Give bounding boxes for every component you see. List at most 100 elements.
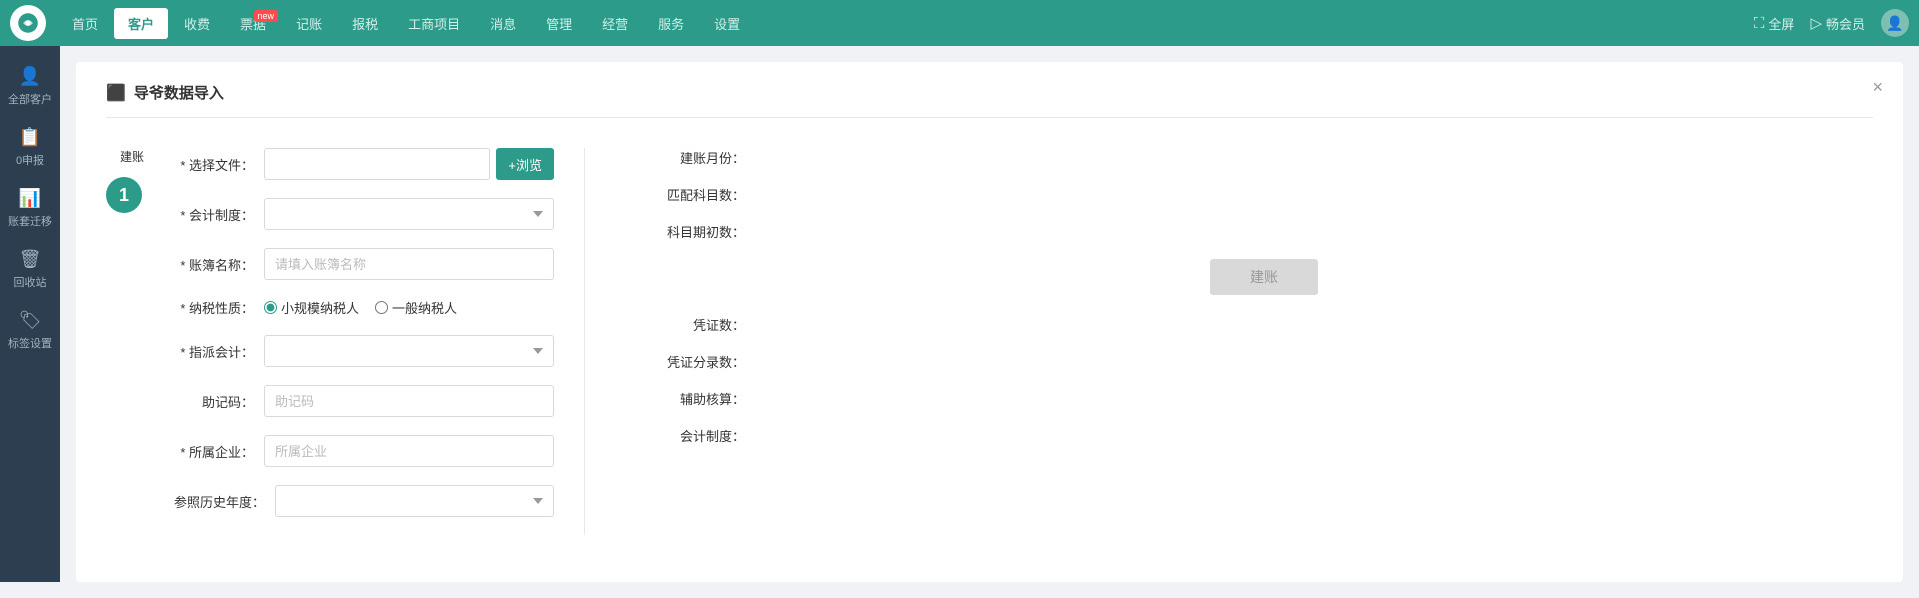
sidebar-item-declaration[interactable]: 📋 0申报 xyxy=(0,117,60,178)
company-row: * 所属企业： xyxy=(174,435,554,467)
sidebar-item-migration[interactable]: 📊 账套迁移 xyxy=(0,178,60,239)
voucher-entries-row: 凭证分录数： xyxy=(655,352,1873,371)
accounting-system-select[interactable] xyxy=(264,198,554,230)
member-icon: ▷ xyxy=(1810,14,1822,32)
nav-item-service[interactable]: 服务 xyxy=(644,8,698,39)
tax-radio-small[interactable] xyxy=(264,301,277,314)
panel-header: ⬛ 导爷数据导入 xyxy=(106,82,1873,118)
member-button[interactable]: ▷ 畅会员 xyxy=(1810,14,1865,33)
sidebar-item-all-customers[interactable]: 👤 全部客户 xyxy=(0,56,60,117)
nav-item-operation[interactable]: 经营 xyxy=(588,8,642,39)
import-icon: ⬛ xyxy=(106,83,126,103)
ledger-name-label: * 账簿名称： xyxy=(174,255,254,274)
build-account-button[interactable]: 建账 xyxy=(1210,259,1318,295)
sidebar-item-trash[interactable]: 🗑 回收站 xyxy=(0,239,60,300)
nav-item-settings[interactable]: 设置 xyxy=(700,8,754,39)
voucher-count-row: 凭证数： xyxy=(655,315,1873,334)
tax-option2-text: 一般纳税人 xyxy=(392,298,457,317)
accounting-system-label: * 会计制度： xyxy=(174,205,254,224)
memo-row: 助记码： xyxy=(174,385,554,417)
sidebar-item-label: 账套迁移 xyxy=(8,213,52,229)
migration-icon: 📊 xyxy=(19,188,41,209)
company-label: * 所属企业： xyxy=(174,442,254,461)
ref-year-label: 参照历史年度： xyxy=(174,492,265,511)
file-row: * 选择文件： +浏览 xyxy=(174,148,554,180)
ledger-name-row: * 账簿名称： xyxy=(174,248,554,280)
company-input[interactable] xyxy=(264,435,554,467)
aux-accounting-row: 辅助核算： xyxy=(655,389,1873,408)
sidebar-item-label: 回收站 xyxy=(14,274,47,290)
step-badge: 1 xyxy=(106,177,142,213)
nav-item-customer[interactable]: 客户 xyxy=(114,8,168,39)
ref-year-row: 参照历史年度： xyxy=(174,485,554,517)
panel-title: 导爷数据导入 xyxy=(134,82,224,103)
sidebar-item-label: 全部客户 xyxy=(8,91,52,107)
ledger-name-input[interactable] xyxy=(264,248,554,280)
ref-year-select[interactable] xyxy=(275,485,554,517)
import-panel: ⬛ 导爷数据导入 × 建账 1 * 选择文件： +浏览 xyxy=(76,62,1903,582)
nav-item-tax[interactable]: 报税 xyxy=(338,8,392,39)
accountant-label: * 指派会计： xyxy=(174,342,254,361)
avatar[interactable]: 👤 xyxy=(1881,9,1909,37)
tags-icon: 🏷 xyxy=(19,310,42,331)
all-customers-icon: 👤 xyxy=(19,66,41,87)
accountant-select[interactable] xyxy=(264,335,554,367)
memo-label: 助记码： xyxy=(174,392,254,411)
avatar-icon: 👤 xyxy=(1886,15,1903,32)
nav-item-invoice[interactable]: 票据 new xyxy=(226,8,280,39)
nav-item-fees[interactable]: 收费 xyxy=(170,8,224,39)
browse-button[interactable]: +浏览 xyxy=(496,148,554,180)
memo-input[interactable] xyxy=(264,385,554,417)
form-layout: 建账 1 * 选择文件： +浏览 * 会计制度： xyxy=(106,148,1873,535)
tax-nature-group: 小规模纳税人 一般纳税人 xyxy=(264,298,457,317)
tax-option1-text: 小规模纳税人 xyxy=(281,298,359,317)
accountant-row: * 指派会计： xyxy=(174,335,554,367)
aux-accounting-label: 辅助核算： xyxy=(655,389,745,408)
fullscreen-label: 全屏 xyxy=(1768,14,1794,33)
voucher-entries-label: 凭证分录数： xyxy=(655,352,745,371)
tax-radio-general[interactable] xyxy=(375,301,388,314)
voucher-count-label: 凭证数： xyxy=(655,315,745,334)
match-subjects-label: 匹配科目数： xyxy=(655,185,745,204)
nav-items: 首页 客户 收费 票据 new 记账 报税 工商项目 消息 管理 经营 服务 设… xyxy=(58,8,1754,39)
member-label: 畅会员 xyxy=(1826,14,1865,33)
nav-item-bookkeeping[interactable]: 记账 xyxy=(282,8,336,39)
nav-item-messages[interactable]: 消息 xyxy=(476,8,530,39)
main-content: ⬛ 导爷数据导入 × 建账 1 * 选择文件： +浏览 xyxy=(60,46,1919,598)
form-right: 建账月份： 匹配科目数： 科目期初数： 建账 凭证数： xyxy=(615,148,1873,535)
accounting-system-row: * 会计制度： xyxy=(174,198,554,230)
right-accounting-system-label: 会计制度： xyxy=(655,426,745,445)
subject-init-row: 科目期初数： xyxy=(655,222,1873,241)
tax-option1-label[interactable]: 小规模纳税人 xyxy=(264,298,359,317)
nav-item-home[interactable]: 首页 xyxy=(58,8,112,39)
fullscreen-button[interactable]: ⛶ 全屏 xyxy=(1754,14,1795,33)
nav-item-business[interactable]: 工商项目 xyxy=(394,8,474,39)
nav-right: ⛶ 全屏 ▷ 畅会员 👤 xyxy=(1754,9,1909,37)
build-button-wrap: 建账 xyxy=(655,259,1873,295)
file-input[interactable] xyxy=(264,148,490,180)
right-accounting-system-row: 会计制度： xyxy=(655,426,1873,445)
app-logo[interactable] xyxy=(10,5,46,41)
form-left: 建账 1 xyxy=(106,148,174,535)
declaration-icon: 📋 xyxy=(19,127,41,148)
build-month-label: 建账月份： xyxy=(655,148,745,167)
close-button[interactable]: × xyxy=(1872,78,1883,96)
file-label: * 选择文件： xyxy=(174,155,254,174)
subject-init-label: 科目期初数： xyxy=(655,222,745,241)
step-section-label: 建账 xyxy=(120,148,144,165)
sidebar: 👤 全部客户 📋 0申报 📊 账套迁移 🗑 回收站 🏷 标签设置 xyxy=(0,46,60,582)
match-subjects-row: 匹配科目数： xyxy=(655,185,1873,204)
trash-icon: 🗑 xyxy=(19,249,42,270)
tax-nature-row: * 纳税性质： 小规模纳税人 一般纳税人 xyxy=(174,298,554,317)
top-nav: 首页 客户 收费 票据 new 记账 报税 工商项目 消息 管理 经营 服务 设… xyxy=(0,0,1919,46)
fullscreen-icon: ⛶ xyxy=(1754,15,1765,32)
nav-item-manage[interactable]: 管理 xyxy=(532,8,586,39)
build-month-row: 建账月份： xyxy=(655,148,1873,167)
file-control-wrap: +浏览 xyxy=(264,148,554,180)
sidebar-item-label: 标签设置 xyxy=(8,335,52,351)
sidebar-item-tags[interactable]: 🏷 标签设置 xyxy=(0,300,60,361)
tax-option2-label[interactable]: 一般纳税人 xyxy=(375,298,457,317)
new-badge: new xyxy=(254,10,279,22)
form-center: * 选择文件： +浏览 * 会计制度： * 账簿名称： xyxy=(174,148,554,535)
tax-nature-label: * 纳税性质： xyxy=(174,298,254,317)
